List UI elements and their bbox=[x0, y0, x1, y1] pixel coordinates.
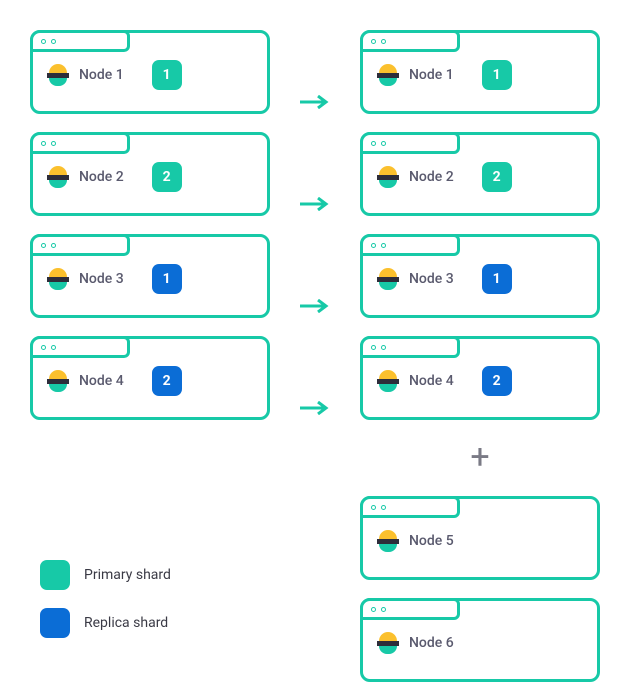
primary-shard-badge: 1 bbox=[482, 60, 512, 90]
node-box: Node 2 2 bbox=[360, 132, 600, 216]
legend-replica: Replica shard bbox=[40, 608, 171, 638]
elasticsearch-icon bbox=[377, 166, 399, 188]
elasticsearch-icon bbox=[377, 530, 399, 552]
node-label: Node 2 bbox=[79, 169, 124, 185]
elasticsearch-icon bbox=[47, 64, 69, 86]
arrow-right-icon bbox=[300, 299, 330, 313]
node-box: Node 4 2 bbox=[360, 336, 600, 420]
node-titlebar bbox=[360, 30, 460, 52]
node-label: Node 1 bbox=[79, 67, 124, 83]
legend-primary: Primary shard bbox=[40, 560, 171, 590]
elasticsearch-icon bbox=[47, 166, 69, 188]
primary-shard-badge: 2 bbox=[152, 162, 182, 192]
arrow-slot bbox=[300, 366, 330, 450]
legend: Primary shard Replica shard bbox=[40, 560, 171, 638]
node-titlebar bbox=[30, 30, 130, 52]
window-dot-icon bbox=[371, 141, 376, 146]
window-dot-icon bbox=[381, 607, 386, 612]
node-box: Node 4 2 bbox=[30, 336, 270, 420]
arrow-right-icon bbox=[300, 401, 330, 415]
arrows-column bbox=[300, 30, 330, 450]
window-dot-icon bbox=[51, 345, 56, 350]
arrow-right-icon bbox=[300, 95, 330, 109]
node-titlebar bbox=[360, 234, 460, 256]
replica-shard-badge: 1 bbox=[152, 264, 182, 294]
legend-primary-swatch bbox=[40, 560, 70, 590]
elasticsearch-icon bbox=[377, 370, 399, 392]
node-label: Node 4 bbox=[409, 373, 454, 389]
node-box: Node 3 1 bbox=[30, 234, 270, 318]
window-dot-icon bbox=[371, 39, 376, 44]
window-dot-icon bbox=[381, 39, 386, 44]
node-titlebar bbox=[30, 234, 130, 256]
node-box: Node 6 bbox=[360, 598, 600, 682]
replica-shard-badge: 2 bbox=[152, 366, 182, 396]
node-label: Node 5 bbox=[409, 533, 454, 549]
window-dot-icon bbox=[371, 607, 376, 612]
node-label: Node 6 bbox=[409, 635, 454, 651]
node-box: Node 1 1 bbox=[360, 30, 600, 114]
legend-replica-label: Replica shard bbox=[84, 615, 168, 631]
node-box: Node 3 1 bbox=[360, 234, 600, 318]
window-dot-icon bbox=[51, 243, 56, 248]
window-dot-icon bbox=[381, 345, 386, 350]
arrow-slot bbox=[300, 60, 330, 144]
elasticsearch-icon bbox=[47, 370, 69, 392]
window-dot-icon bbox=[371, 505, 376, 510]
window-dot-icon bbox=[381, 243, 386, 248]
window-dot-icon bbox=[41, 345, 46, 350]
window-dot-icon bbox=[381, 505, 386, 510]
window-dot-icon bbox=[51, 141, 56, 146]
node-label: Node 4 bbox=[79, 373, 124, 389]
node-titlebar bbox=[360, 336, 460, 358]
elasticsearch-icon bbox=[377, 268, 399, 290]
window-dot-icon bbox=[41, 141, 46, 146]
node-titlebar bbox=[360, 598, 460, 620]
arrow-right-icon bbox=[300, 197, 330, 211]
window-dot-icon bbox=[371, 345, 376, 350]
node-titlebar bbox=[360, 132, 460, 154]
elasticsearch-icon bbox=[377, 632, 399, 654]
node-box: Node 2 2 bbox=[30, 132, 270, 216]
left-column: Node 1 1 Node 2 2 Node 3 1 Node 4 2 bbox=[30, 30, 270, 420]
replica-shard-badge: 1 bbox=[482, 264, 512, 294]
node-label: Node 3 bbox=[409, 271, 454, 287]
node-box: Node 5 bbox=[360, 496, 600, 580]
right-column: Node 1 1 Node 2 2 Node 3 1 Node 4 2 + Node 5 Node … bbox=[360, 30, 600, 682]
window-dot-icon bbox=[371, 243, 376, 248]
arrow-slot bbox=[300, 162, 330, 246]
node-label: Node 1 bbox=[409, 67, 454, 83]
legend-primary-label: Primary shard bbox=[84, 567, 171, 583]
node-box: Node 1 1 bbox=[30, 30, 270, 114]
plus-icon: + bbox=[360, 440, 600, 474]
legend-replica-swatch bbox=[40, 608, 70, 638]
elasticsearch-icon bbox=[377, 64, 399, 86]
window-dot-icon bbox=[381, 141, 386, 146]
primary-shard-badge: 1 bbox=[152, 60, 182, 90]
node-titlebar bbox=[30, 132, 130, 154]
node-titlebar bbox=[360, 496, 460, 518]
node-label: Node 3 bbox=[79, 271, 124, 287]
node-label: Node 2 bbox=[409, 169, 454, 185]
window-dot-icon bbox=[41, 39, 46, 44]
replica-shard-badge: 2 bbox=[482, 366, 512, 396]
window-dot-icon bbox=[51, 39, 56, 44]
arrow-slot bbox=[300, 264, 330, 348]
elasticsearch-icon bbox=[47, 268, 69, 290]
window-dot-icon bbox=[41, 243, 46, 248]
primary-shard-badge: 2 bbox=[482, 162, 512, 192]
node-titlebar bbox=[30, 336, 130, 358]
